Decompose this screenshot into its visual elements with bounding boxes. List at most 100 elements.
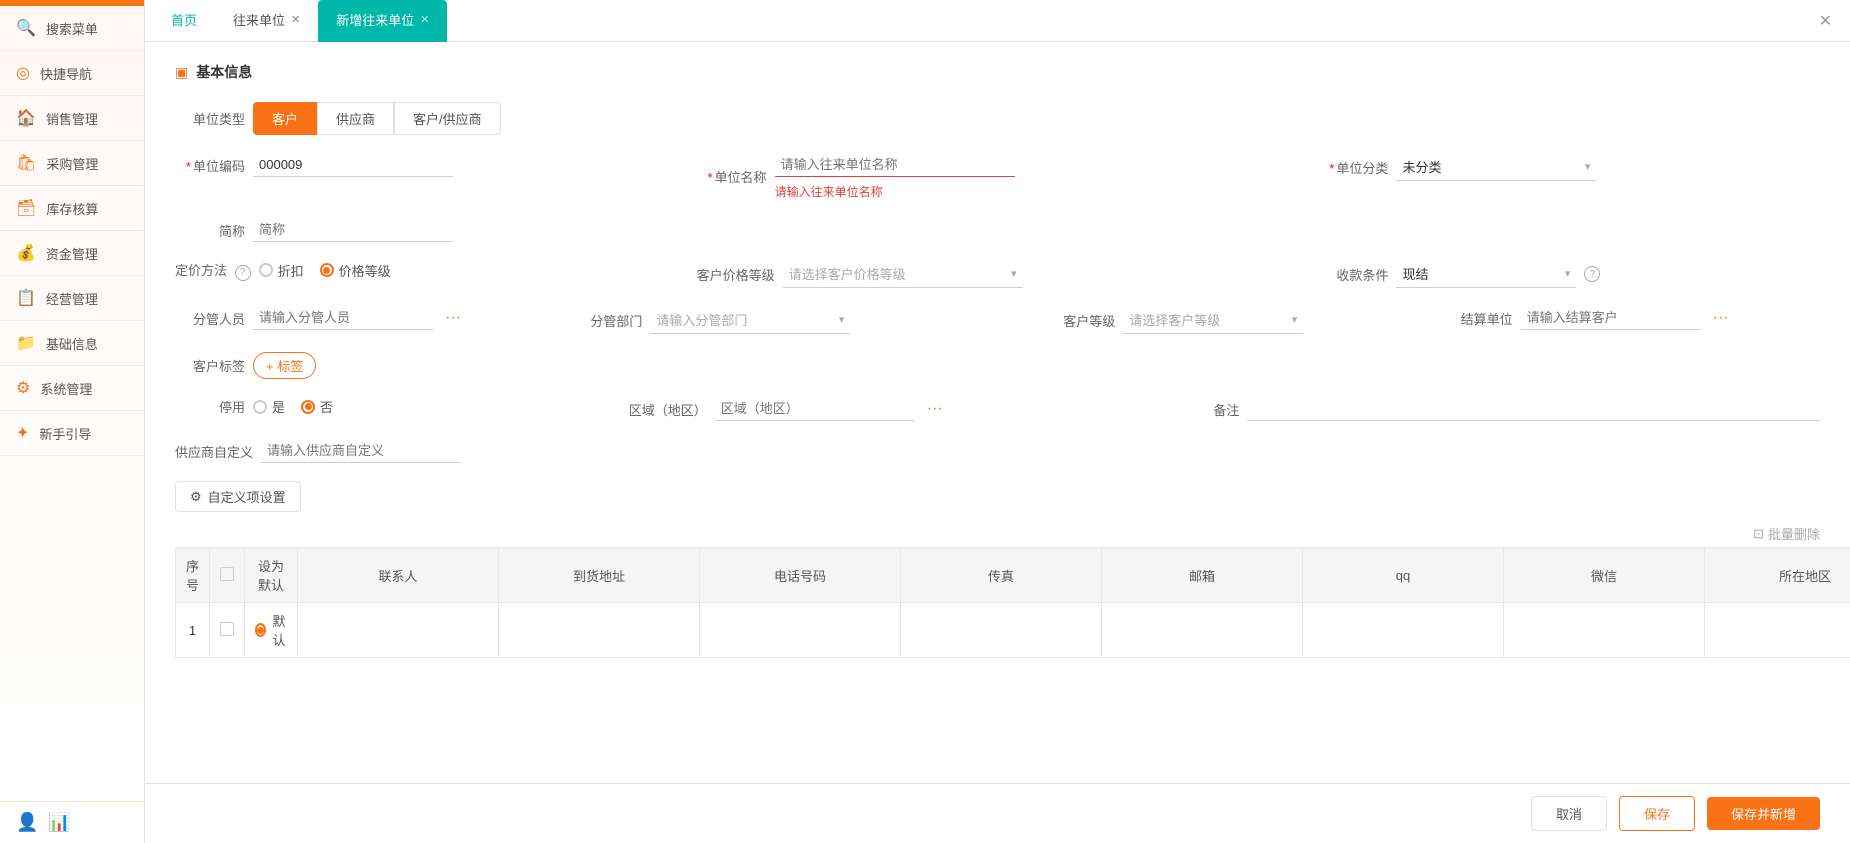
phone-input[interactable] bbox=[710, 619, 890, 642]
search-icon: 🔍 bbox=[16, 18, 36, 38]
price-level-radio[interactable] bbox=[320, 263, 334, 277]
sidebar-item-inventory[interactable]: 🗃 库存核算 bbox=[0, 186, 144, 231]
remark-input[interactable] bbox=[1247, 397, 1820, 421]
contact-input[interactable] bbox=[308, 619, 488, 642]
cell-qq[interactable] bbox=[1303, 603, 1504, 658]
region-more-btn[interactable]: ··· bbox=[923, 400, 947, 418]
tab-partners[interactable]: 往来单位 ✕ bbox=[215, 0, 318, 42]
discount-radio[interactable] bbox=[259, 263, 273, 277]
row-checkbox[interactable] bbox=[220, 622, 234, 636]
sidebar-item-guide[interactable]: ✦ 新手引导 bbox=[0, 411, 144, 456]
col-region: 所在地区 bbox=[1705, 548, 1850, 603]
customer-tag-field: 客户标签 + 标签 bbox=[175, 352, 1820, 379]
manager-more-btn[interactable]: ··· bbox=[441, 309, 465, 327]
batch-delete-label[interactable]: 批量删除 bbox=[1768, 524, 1820, 543]
tab-new-partner-close[interactable]: ✕ bbox=[420, 13, 429, 26]
add-tag-button[interactable]: + 标签 bbox=[253, 352, 316, 379]
cell-email[interactable] bbox=[1102, 603, 1303, 658]
tab-home[interactable]: 首页 bbox=[153, 0, 215, 42]
qq-input[interactable] bbox=[1313, 619, 1493, 642]
pricing-discount[interactable]: 折扣 bbox=[259, 261, 304, 280]
custom-settings-button[interactable]: ⚙ 自定义项设置 bbox=[175, 481, 301, 512]
sidebar-item-purchase[interactable]: 🛍 采购管理 bbox=[0, 141, 144, 186]
cancel-button[interactable]: 取消 bbox=[1531, 796, 1607, 831]
unit-type-field: 单位类型 客户 供应商 客户/供应商 bbox=[175, 102, 1820, 135]
disabled-yes[interactable]: 是 bbox=[253, 397, 285, 416]
cell-fax[interactable] bbox=[901, 603, 1102, 658]
tab-partners-close[interactable]: ✕ bbox=[291, 13, 300, 26]
sidebar-item-sales[interactable]: 🏠 销售管理 bbox=[0, 96, 144, 141]
sidebar-item-base[interactable]: 📁 基础信息 bbox=[0, 321, 144, 366]
col-wechat: 微信 bbox=[1504, 548, 1705, 603]
sidebar-item-system[interactable]: ⚙ 系统管理 bbox=[0, 366, 144, 411]
region-label: 区域（地区） bbox=[629, 400, 707, 419]
no-radio[interactable] bbox=[301, 400, 315, 414]
close-all-tabs[interactable]: ✕ bbox=[1809, 11, 1842, 31]
cell-wechat[interactable] bbox=[1504, 603, 1705, 658]
disabled-no[interactable]: 否 bbox=[301, 397, 333, 416]
unit-category-select[interactable]: 未分类 ▾ bbox=[1396, 153, 1596, 181]
cell-phone[interactable] bbox=[700, 603, 901, 658]
contacts-table: 序号 设为默认 联系人 到货地址 电话号码 传真 邮箱 qq 微信 所在地区 操… bbox=[175, 547, 1850, 658]
unit-code-field: *单位编码 bbox=[175, 153, 677, 177]
sidebar-item-finance[interactable]: 💰 资金管理 bbox=[0, 231, 144, 276]
fax-input[interactable] bbox=[911, 619, 1091, 642]
settlement-unit-field: 结算单位 ··· bbox=[1443, 306, 1820, 330]
batch-delete-bar: ⊡ 批量删除 bbox=[175, 524, 1820, 543]
sidebar-bottom: 👤 📊 bbox=[0, 801, 144, 843]
sidebar-item-quicknav[interactable]: ◎ 快捷导航 bbox=[0, 51, 144, 96]
customer-price-level-select[interactable]: 请选择客户价格等级 ▾ bbox=[783, 260, 1023, 288]
save-new-button[interactable]: 保存并新增 bbox=[1707, 797, 1820, 830]
email-input[interactable] bbox=[1112, 619, 1292, 642]
row-region-input[interactable] bbox=[1715, 619, 1850, 642]
unit-code-input[interactable] bbox=[253, 153, 453, 177]
unit-type-row: 单位类型 客户 供应商 客户/供应商 bbox=[175, 102, 1820, 135]
settlement-unit-input[interactable] bbox=[1521, 306, 1701, 330]
sidebar-item-operation[interactable]: 📋 经营管理 bbox=[0, 276, 144, 321]
pricing-help-icon[interactable]: ? bbox=[235, 265, 251, 281]
customer-level-select[interactable]: 请选择客户等级 ▾ bbox=[1123, 306, 1303, 334]
chevron-down-icon: ▾ bbox=[1585, 160, 1591, 173]
user-icon[interactable]: 👤 bbox=[16, 812, 38, 833]
unit-type-both[interactable]: 客户/供应商 bbox=[394, 102, 501, 135]
supplier-custom-input[interactable] bbox=[261, 439, 461, 463]
payment-help-icon[interactable]: ? bbox=[1584, 266, 1600, 282]
short-name-input[interactable] bbox=[253, 218, 453, 242]
footer-bar: 取消 保存 保存并新增 bbox=[145, 783, 1850, 843]
select-all-checkbox[interactable] bbox=[220, 567, 234, 581]
payment-condition-select[interactable]: 现结 ▾ bbox=[1396, 260, 1576, 288]
settlement-more-btn[interactable]: ··· bbox=[1709, 309, 1733, 327]
manager-row: 分管人员 ··· 分管部门 请输入分管部门 ▾ 客户等级 请选择客户等级 ▾ 结… bbox=[175, 306, 1820, 334]
manager-input[interactable] bbox=[253, 306, 433, 330]
save-button[interactable]: 保存 bbox=[1619, 796, 1695, 831]
disabled-radio-group: 是 否 bbox=[253, 397, 333, 416]
operation-icon: 📋 bbox=[16, 288, 36, 308]
tab-new-partner[interactable]: 新增往来单位 ✕ bbox=[318, 0, 447, 42]
cell-address[interactable] bbox=[499, 603, 700, 658]
dept-select[interactable]: 请输入分管部门 ▾ bbox=[650, 306, 850, 334]
chart-icon[interactable]: 📊 bbox=[48, 812, 70, 833]
col-default: 设为默认 bbox=[245, 548, 298, 603]
chevron-down-icon3: ▾ bbox=[1565, 267, 1571, 280]
unit-type-label: 单位类型 bbox=[175, 109, 245, 128]
wechat-input[interactable] bbox=[1514, 619, 1694, 642]
unit-name-input[interactable] bbox=[775, 153, 1015, 177]
gear-icon: ⚙ bbox=[190, 489, 202, 505]
purchase-icon: 🛍 bbox=[16, 153, 36, 173]
chevron-down-icon5: ▾ bbox=[1292, 313, 1298, 326]
yes-radio[interactable] bbox=[253, 400, 267, 414]
cell-checkbox[interactable] bbox=[210, 603, 245, 658]
region-field: 区域（地区） ··· bbox=[629, 397, 1150, 421]
cell-region[interactable] bbox=[1705, 603, 1850, 658]
default-radio[interactable] bbox=[255, 623, 266, 637]
cell-contact[interactable] bbox=[298, 603, 499, 658]
region-input[interactable] bbox=[715, 397, 915, 421]
unit-type-supplier[interactable]: 供应商 bbox=[317, 102, 394, 135]
address-input[interactable] bbox=[509, 619, 689, 642]
default-radio-item[interactable]: 默认 bbox=[255, 611, 287, 649]
sidebar-item-search[interactable]: 🔍 搜索菜单 bbox=[0, 6, 144, 51]
sidebar-item-label: 快捷导航 bbox=[40, 64, 92, 83]
unit-type-customer[interactable]: 客户 bbox=[253, 102, 317, 135]
pricing-price-level[interactable]: 价格等级 bbox=[320, 261, 391, 280]
guide-icon: ✦ bbox=[16, 423, 29, 443]
